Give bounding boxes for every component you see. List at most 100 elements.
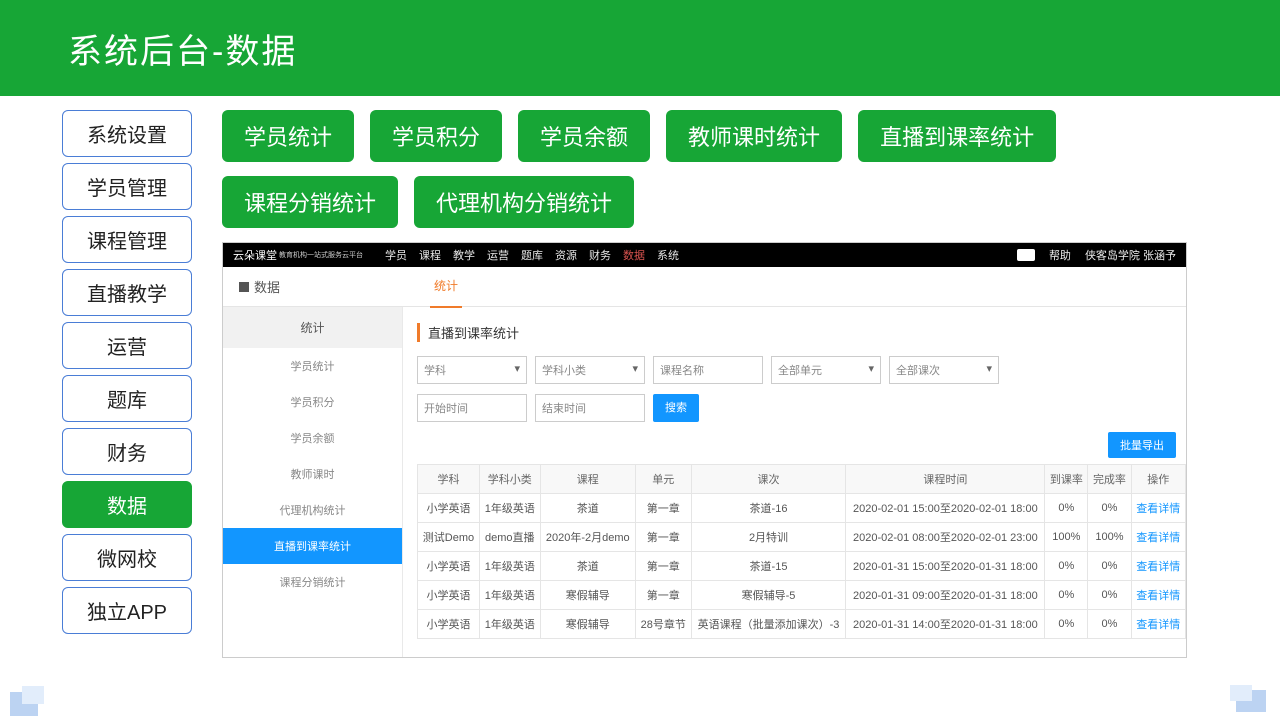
start-time-input[interactable]: 开始时间 [417,394,527,422]
side-学员积分[interactable]: 学员积分 [223,384,402,420]
cell: demo直播 [479,523,540,552]
cell: 2020-01-31 09:00至2020-01-31 18:00 [846,581,1045,610]
cell: 寒假辅导 [540,581,635,610]
side-学员余额[interactable]: 学员余额 [223,420,402,456]
help-link[interactable]: 帮助 [1049,247,1071,263]
cell: 2020-01-31 15:00至2020-01-31 18:00 [846,552,1045,581]
end-time-input[interactable]: 结束时间 [535,394,645,422]
nav-运营[interactable]: 运营 [62,322,192,369]
cell: 0% [1088,610,1131,639]
table-row: 小学英语1年级英语茶道第一章茶道-162020-02-01 15:00至2020… [418,494,1186,523]
side-学员统计[interactable]: 学员统计 [223,348,402,384]
cell: 茶道 [540,494,635,523]
nav-学员管理[interactable]: 学员管理 [62,163,192,210]
panel-topbar: 云朵课堂 教育机构一站式服务云平台 学员课程教学运营题库资源财务数据系统 帮助 … [223,243,1186,267]
filter-row-2: 开始时间 结束时间 搜索 [417,394,1186,422]
topmenu-学员[interactable]: 学员 [385,247,407,263]
pill-学员积分[interactable]: 学员积分 [370,110,502,162]
topmenu-课程[interactable]: 课程 [419,247,441,263]
topmenu-运营[interactable]: 运营 [487,247,509,263]
table-row: 小学英语1年级英语茶道第一章茶道-152020-01-31 15:00至2020… [418,552,1186,581]
cell: 小学英语 [418,494,480,523]
lesson-select[interactable]: 全部课次 [889,356,999,384]
nav-数据[interactable]: 数据 [62,481,192,528]
topmenu-教学[interactable]: 教学 [453,247,475,263]
cell: 第一章 [635,581,691,610]
view-detail-link[interactable]: 查看详情 [1131,581,1186,610]
user-label[interactable]: 侠客岛学院 张涵予 [1085,247,1176,263]
cell: 2020-01-31 14:00至2020-01-31 18:00 [846,610,1045,639]
subject-select[interactable]: 学科 [417,356,527,384]
side-menu: 统计 学员统计学员积分学员余额教师课时代理机构统计直播到课率统计课程分销统计 [223,307,403,658]
view-detail-link[interactable]: 查看详情 [1131,494,1186,523]
topmenu-系统[interactable]: 系统 [657,247,679,263]
col-学科小类: 学科小类 [479,465,540,494]
nav-独立APP[interactable]: 独立APP [62,587,192,634]
main-content: 直播到课率统计 学科 学科小类 课程名称 全部单元 全部课次 开始时间 结束时间… [403,307,1186,658]
cell: 小学英语 [418,610,480,639]
pill-直播到课率统计[interactable]: 直播到课率统计 [858,110,1056,162]
subcat-select[interactable]: 学科小类 [535,356,645,384]
table-row: 测试Demodemo直播2020年-2月demo第一章2月特训2020-02-0… [418,523,1186,552]
cell: 1年级英语 [479,494,540,523]
decoration-icon [1236,690,1266,712]
table-row: 小学英语1年级英语寒假辅导第一章寒假辅导-52020-01-31 09:00至2… [418,581,1186,610]
topmenu-资源[interactable]: 资源 [555,247,577,263]
side-教师课时[interactable]: 教师课时 [223,456,402,492]
admin-panel: 云朵课堂 教育机构一站式服务云平台 学员课程教学运营题库资源财务数据系统 帮助 … [222,242,1187,658]
pill-课程分销统计[interactable]: 课程分销统计 [222,176,398,228]
logo-text: 云朵课堂 [233,247,277,263]
col-到课率: 到课率 [1045,465,1088,494]
side-代理机构统计[interactable]: 代理机构统计 [223,492,402,528]
cell: 1年级英语 [479,581,540,610]
col-课程时间: 课程时间 [846,465,1045,494]
nav-财务[interactable]: 财务 [62,428,192,475]
pill-row-1: 学员统计学员积分学员余额教师课时统计直播到课率统计 [222,110,1280,162]
nav-课程管理[interactable]: 课程管理 [62,216,192,263]
mail-icon[interactable] [1017,249,1035,261]
search-button[interactable]: 搜索 [653,394,699,422]
topmenu-财务[interactable]: 财务 [589,247,611,263]
nav-题库[interactable]: 题库 [62,375,192,422]
col-完成率: 完成率 [1088,465,1131,494]
nav-微网校[interactable]: 微网校 [62,534,192,581]
side-课程分销统计[interactable]: 课程分销统计 [223,564,402,600]
unit-select[interactable]: 全部单元 [771,356,881,384]
cell: 小学英语 [418,552,480,581]
cell: 100% [1088,523,1131,552]
pill-学员统计[interactable]: 学员统计 [222,110,354,162]
filter-row-1: 学科 学科小类 课程名称 全部单元 全部课次 [417,356,1186,384]
nav-直播教学[interactable]: 直播教学 [62,269,192,316]
side-直播到课率统计[interactable]: 直播到课率统计 [223,528,402,564]
top-banner: 系统后台-数据 [0,0,1280,96]
view-detail-link[interactable]: 查看详情 [1131,610,1186,639]
panel-subbar: 数据 统计 [223,267,1186,307]
view-detail-link[interactable]: 查看详情 [1131,523,1186,552]
cell: 测试Demo [418,523,480,552]
pill-学员余额[interactable]: 学员余额 [518,110,650,162]
tab-stats[interactable]: 统计 [430,265,462,308]
topmenu-数据[interactable]: 数据 [623,247,645,263]
nav-系统设置[interactable]: 系统设置 [62,110,192,157]
view-detail-link[interactable]: 查看详情 [1131,552,1186,581]
cell: 英语课程（批量添加课次）-3 [691,610,846,639]
cell: 0% [1045,610,1088,639]
left-nav: 系统设置学员管理课程管理直播教学运营题库财务数据微网校独立APP [62,110,192,658]
breadcrumb: 数据 [239,277,280,296]
col-操作: 操作 [1131,465,1186,494]
cell: 1年级英语 [479,610,540,639]
panel-top-menu: 学员课程教学运营题库资源财务数据系统 [385,247,679,263]
course-name-input[interactable]: 课程名称 [653,356,763,384]
side-head: 统计 [223,307,402,348]
col-单元: 单元 [635,465,691,494]
col-课程: 课程 [540,465,635,494]
export-button[interactable]: 批量导出 [1108,432,1176,458]
topmenu-题库[interactable]: 题库 [521,247,543,263]
pill-教师课时统计[interactable]: 教师课时统计 [666,110,842,162]
cell: 0% [1088,494,1131,523]
cell: 0% [1088,552,1131,581]
pill-代理机构分销统计[interactable]: 代理机构分销统计 [414,176,634,228]
data-table: 学科学科小类课程单元课次课程时间到课率完成率操作 小学英语1年级英语茶道第一章茶… [417,464,1186,639]
panel-logo: 云朵课堂 教育机构一站式服务云平台 [233,247,363,263]
cell: 第一章 [635,523,691,552]
